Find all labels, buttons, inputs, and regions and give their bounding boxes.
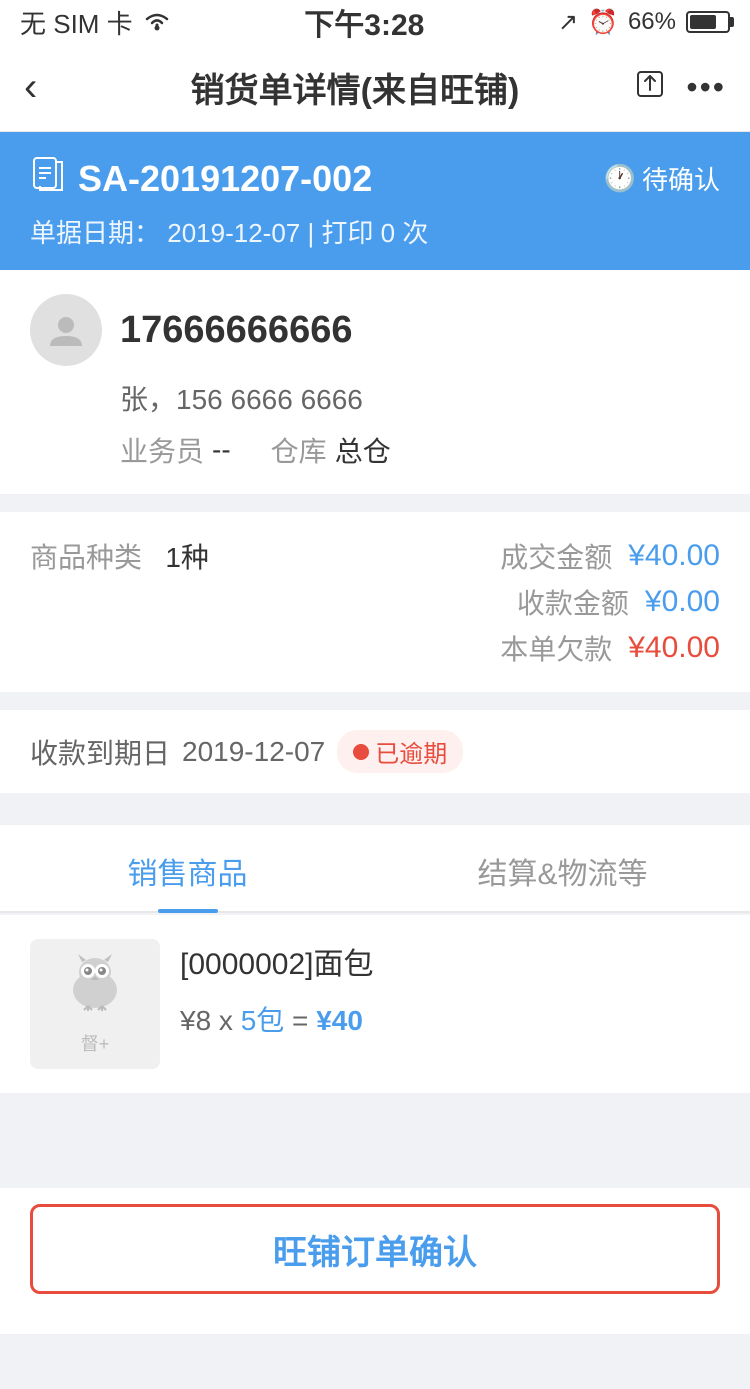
page-title: 销货单详情(来自旺铺): [84, 63, 626, 112]
product-price: ¥8 x 5包 = ¥40: [180, 999, 720, 1039]
tabs: 销售商品 结算&物流等: [0, 825, 750, 913]
carrier-label: 无 SIM 卡: [20, 4, 133, 41]
status-bar-time: 下午3:28: [304, 0, 424, 44]
status-bar-left: 无 SIM 卡: [20, 4, 171, 41]
summary-card: 商品种类 1种 成交金额 ¥40.00 收款金额 ¥0.00 本单欠款 ¥40.…: [0, 512, 750, 692]
tab-settlement[interactable]: 结算&物流等: [375, 825, 750, 911]
overdue-dot-icon: [353, 744, 369, 760]
status-bar: 无 SIM 卡 下午3:28 ↗ ⏰ 66%: [0, 0, 750, 44]
order-status: 🕐 待确认: [604, 160, 720, 197]
order-date-row: 单据日期： 2019-12-07 | 打印 0 次: [30, 213, 720, 250]
date-label: 单据日期：: [30, 218, 160, 248]
divider-1: [0, 496, 750, 512]
location-icon: ↗: [558, 8, 578, 37]
divider-2: [0, 694, 750, 710]
product-name: [0000002]面包: [180, 939, 720, 983]
status-text: 待确认: [642, 160, 720, 197]
amount-value: ¥40.00: [628, 539, 720, 573]
due-date-card: 收款到期日 2019-12-07 已逾期: [0, 710, 750, 793]
customer-phone: 17666666666: [120, 309, 352, 352]
received-label: 收款金额: [517, 582, 629, 622]
back-button[interactable]: ‹: [24, 65, 84, 110]
confirm-order-button[interactable]: 旺铺订单确认: [30, 1204, 720, 1294]
amount-label: 成交金额: [500, 536, 612, 576]
order-number: SA-20191207-002: [78, 158, 372, 200]
product-total: ¥40: [316, 1005, 363, 1036]
product-thumbnail: 督+: [30, 939, 160, 1069]
bottom-bar: 旺铺订单确认: [0, 1188, 750, 1334]
overdue-text: 已逾期: [375, 734, 447, 769]
alarm-icon: ⏰: [588, 8, 618, 37]
share-icon[interactable]: [634, 68, 666, 108]
status-bar-right: ↗ ⏰ 66%: [558, 8, 730, 37]
wifi-icon: [143, 7, 171, 38]
owl-icon: [60, 952, 130, 1024]
received-value: ¥0.00: [645, 585, 720, 619]
customer-card: 17666666666 张，156 6666 6666 业务员 -- 仓库 总仓: [0, 270, 750, 494]
order-banner: SA-20191207-002 🕐 待确认 单据日期： 2019-12-07 |…: [0, 132, 750, 270]
sales-label: 业务员: [120, 430, 204, 470]
due-date-value: 2019-12-07: [182, 736, 325, 768]
nav-actions: •••: [626, 68, 726, 108]
product-thumb-inner: 督+: [60, 952, 130, 1056]
nav-bar: ‹ 销货单详情(来自旺铺) •••: [0, 44, 750, 132]
order-id: SA-20191207-002: [30, 156, 372, 201]
overdue-badge: 已逾期: [337, 730, 463, 773]
warehouse-value: 总仓: [335, 430, 391, 470]
print-info: | 打印 0 次: [307, 218, 428, 248]
tabs-container: 销售商品 结算&物流等: [0, 825, 750, 913]
battery-percent: 66%: [628, 8, 676, 36]
warehouse-label: 仓库: [271, 430, 327, 470]
more-options-icon[interactable]: •••: [686, 69, 726, 106]
clock-icon: 🕐: [604, 163, 636, 194]
avatar: [30, 294, 102, 366]
due-date-label: 收款到期日: [30, 732, 170, 772]
brand-text: 督+: [81, 1030, 110, 1056]
customer-meta: 业务员 -- 仓库 总仓: [30, 430, 720, 470]
price-text: ¥8 x: [180, 1005, 241, 1036]
product-type-value: 1种: [165, 542, 209, 573]
tab-sales-products[interactable]: 销售商品: [0, 825, 375, 911]
product-type-label: 商品种类: [30, 542, 142, 573]
product-item: 督+ [0000002]面包 ¥8 x 5包 = ¥40: [0, 915, 750, 1093]
owed-label: 本单欠款: [500, 628, 612, 668]
divider-3: [0, 809, 750, 825]
equals-sign: =: [284, 1005, 316, 1036]
tab-sales-label: 销售商品: [128, 858, 248, 891]
order-icon: [30, 156, 66, 201]
product-qty: 5包: [241, 1005, 285, 1036]
sales-value: --: [212, 434, 231, 466]
battery-icon: [686, 11, 730, 33]
order-date: 2019-12-07: [167, 218, 300, 248]
customer-name: 张，156 6666 6666: [30, 378, 720, 418]
tab-settlement-label: 结算&物流等: [477, 858, 647, 891]
owed-value: ¥40.00: [628, 631, 720, 665]
product-info: [0000002]面包 ¥8 x 5包 = ¥40: [180, 939, 720, 1039]
